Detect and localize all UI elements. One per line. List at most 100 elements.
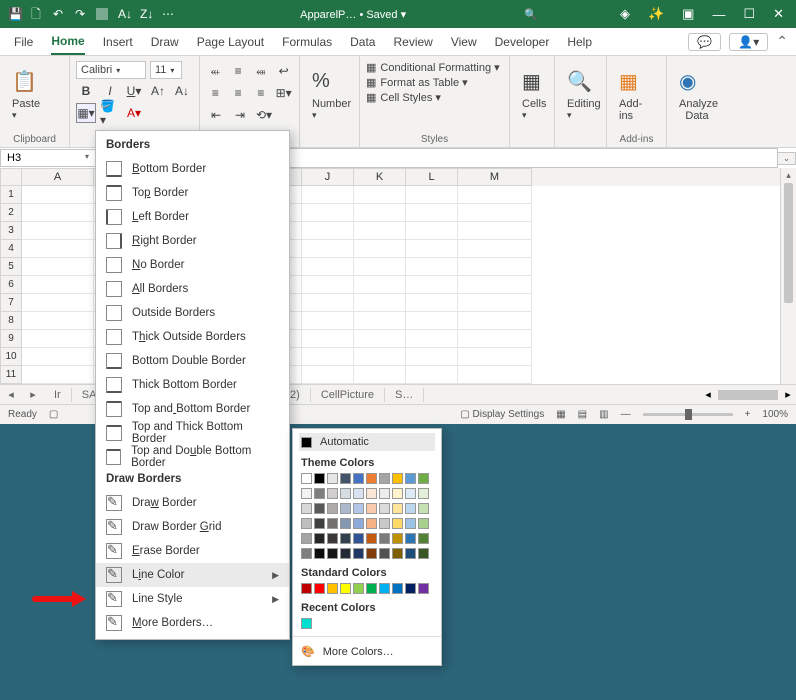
menu-item-erase-border[interactable]: Erase Border — [96, 539, 289, 563]
color-swatch[interactable] — [314, 503, 325, 514]
color-swatch[interactable] — [340, 488, 351, 499]
cell[interactable] — [302, 348, 354, 366]
wrap-text-icon[interactable]: ↩ — [274, 61, 293, 81]
cells-button[interactable]: ▦Cells▾ — [516, 60, 548, 125]
menu-item-thick-outside-borders[interactable]: Thick Outside Borders — [96, 325, 289, 349]
cell[interactable] — [406, 240, 458, 258]
sort-asc-icon[interactable]: A↓ — [118, 8, 130, 20]
cell[interactable] — [458, 330, 532, 348]
color-swatch[interactable] — [340, 518, 351, 529]
cell[interactable] — [354, 348, 406, 366]
ribbon-tab-help[interactable]: Help — [567, 28, 592, 55]
color-swatch[interactable] — [366, 488, 377, 499]
cell[interactable] — [406, 330, 458, 348]
cell[interactable] — [458, 258, 532, 276]
underline-button[interactable]: U▾ — [124, 81, 144, 101]
cell[interactable] — [406, 276, 458, 294]
format-table-button[interactable]: ▦ Format as Table ▾ — [366, 75, 503, 90]
cell[interactable] — [354, 276, 406, 294]
color-swatch[interactable] — [418, 503, 429, 514]
ribbon-tab-formulas[interactable]: Formulas — [282, 28, 332, 55]
horizontal-scrollbar[interactable] — [718, 390, 778, 400]
color-swatch[interactable] — [327, 533, 338, 544]
color-swatch[interactable] — [379, 473, 390, 484]
color-swatch[interactable] — [301, 583, 312, 594]
sheet-tab-partial[interactable]: Ir — [44, 388, 72, 402]
color-swatch[interactable] — [353, 583, 364, 594]
color-swatch[interactable] — [405, 518, 416, 529]
color-swatch[interactable] — [353, 548, 364, 559]
cell[interactable] — [354, 366, 406, 384]
row-header[interactable]: 7 — [0, 294, 22, 312]
color-swatch[interactable] — [353, 518, 364, 529]
grow-font-icon[interactable]: A↑ — [148, 81, 168, 101]
ribbon-tab-developer[interactable]: Developer — [495, 28, 550, 55]
cell[interactable] — [406, 186, 458, 204]
color-swatch[interactable] — [392, 518, 403, 529]
cell[interactable] — [354, 312, 406, 330]
cell[interactable] — [406, 258, 458, 276]
row-header[interactable]: 4 — [0, 240, 22, 258]
zoom-in-icon[interactable]: + — [745, 409, 751, 420]
row-header[interactable]: 8 — [0, 312, 22, 330]
column-header[interactable]: J — [302, 168, 354, 186]
cell[interactable] — [22, 348, 94, 366]
window-icon[interactable]: ▣ — [682, 6, 694, 22]
cell[interactable] — [354, 294, 406, 312]
diamond-icon[interactable]: ◈ — [620, 6, 630, 22]
color-swatch[interactable] — [405, 548, 416, 559]
color-swatch[interactable] — [327, 488, 338, 499]
color-swatch[interactable] — [314, 518, 325, 529]
color-swatch[interactable] — [379, 548, 390, 559]
cell[interactable] — [406, 366, 458, 384]
bold-button[interactable]: B — [76, 81, 96, 101]
color-swatch[interactable] — [353, 488, 364, 499]
cell[interactable] — [302, 240, 354, 258]
row-header[interactable]: 1 — [0, 186, 22, 204]
cell[interactable] — [302, 204, 354, 222]
minimize-icon[interactable]: — — [712, 7, 725, 22]
expand-formula-bar-icon[interactable]: ⌄ — [778, 152, 796, 165]
color-swatch[interactable] — [418, 548, 429, 559]
increase-indent-icon[interactable]: ⇥ — [230, 105, 250, 125]
cell[interactable] — [302, 276, 354, 294]
comments-button[interactable]: 💬 — [688, 33, 721, 51]
cell[interactable] — [458, 294, 532, 312]
redo-icon[interactable]: ↷ — [74, 8, 86, 20]
analyze-button[interactable]: ◉Analyze Data — [673, 60, 721, 126]
color-swatch[interactable] — [327, 548, 338, 559]
name-box[interactable]: H3▾ — [0, 149, 96, 167]
number-format-button[interactable]: %Number▾ — [306, 60, 353, 125]
cell[interactable] — [354, 222, 406, 240]
row-header[interactable]: 9 — [0, 330, 22, 348]
cell-styles-button[interactable]: ▦ Cell Styles ▾ — [366, 90, 503, 105]
color-swatch[interactable] — [379, 488, 390, 499]
paste-button[interactable]: 📋Paste▾ — [6, 60, 63, 125]
column-header[interactable]: K — [354, 168, 406, 186]
menu-item-line-style[interactable]: Line Style▶ — [96, 587, 289, 611]
row-header[interactable]: 6 — [0, 276, 22, 294]
cell[interactable] — [458, 348, 532, 366]
color-swatch[interactable] — [379, 503, 390, 514]
color-swatch[interactable] — [379, 583, 390, 594]
hscroll-right-icon[interactable]: ▸ — [780, 388, 796, 401]
italic-button[interactable]: I — [100, 81, 120, 101]
align-top-icon[interactable]: ⬴ — [206, 61, 225, 81]
cell[interactable] — [302, 258, 354, 276]
cell[interactable] — [302, 186, 354, 204]
zoom-slider[interactable] — [643, 413, 733, 416]
cell[interactable] — [302, 222, 354, 240]
color-swatch[interactable] — [405, 533, 416, 544]
cell[interactable] — [458, 204, 532, 222]
color-swatch[interactable] — [392, 503, 403, 514]
tab-scroll-right-icon[interactable]: ▸ — [22, 388, 44, 401]
addins-button[interactable]: ▦Add-ins — [613, 60, 660, 126]
automatic-color-item[interactable]: Automatic — [299, 433, 435, 451]
menu-item-bottom-border[interactable]: Bottom Border — [96, 157, 289, 181]
color-swatch[interactable] — [314, 533, 325, 544]
align-right-icon[interactable]: ≡ — [252, 83, 271, 103]
row-header[interactable]: 3 — [0, 222, 22, 240]
ribbon-tab-view[interactable]: View — [451, 28, 477, 55]
ribbon-tab-home[interactable]: Home — [51, 28, 84, 55]
menu-item-outside-borders[interactable]: Outside Borders — [96, 301, 289, 325]
